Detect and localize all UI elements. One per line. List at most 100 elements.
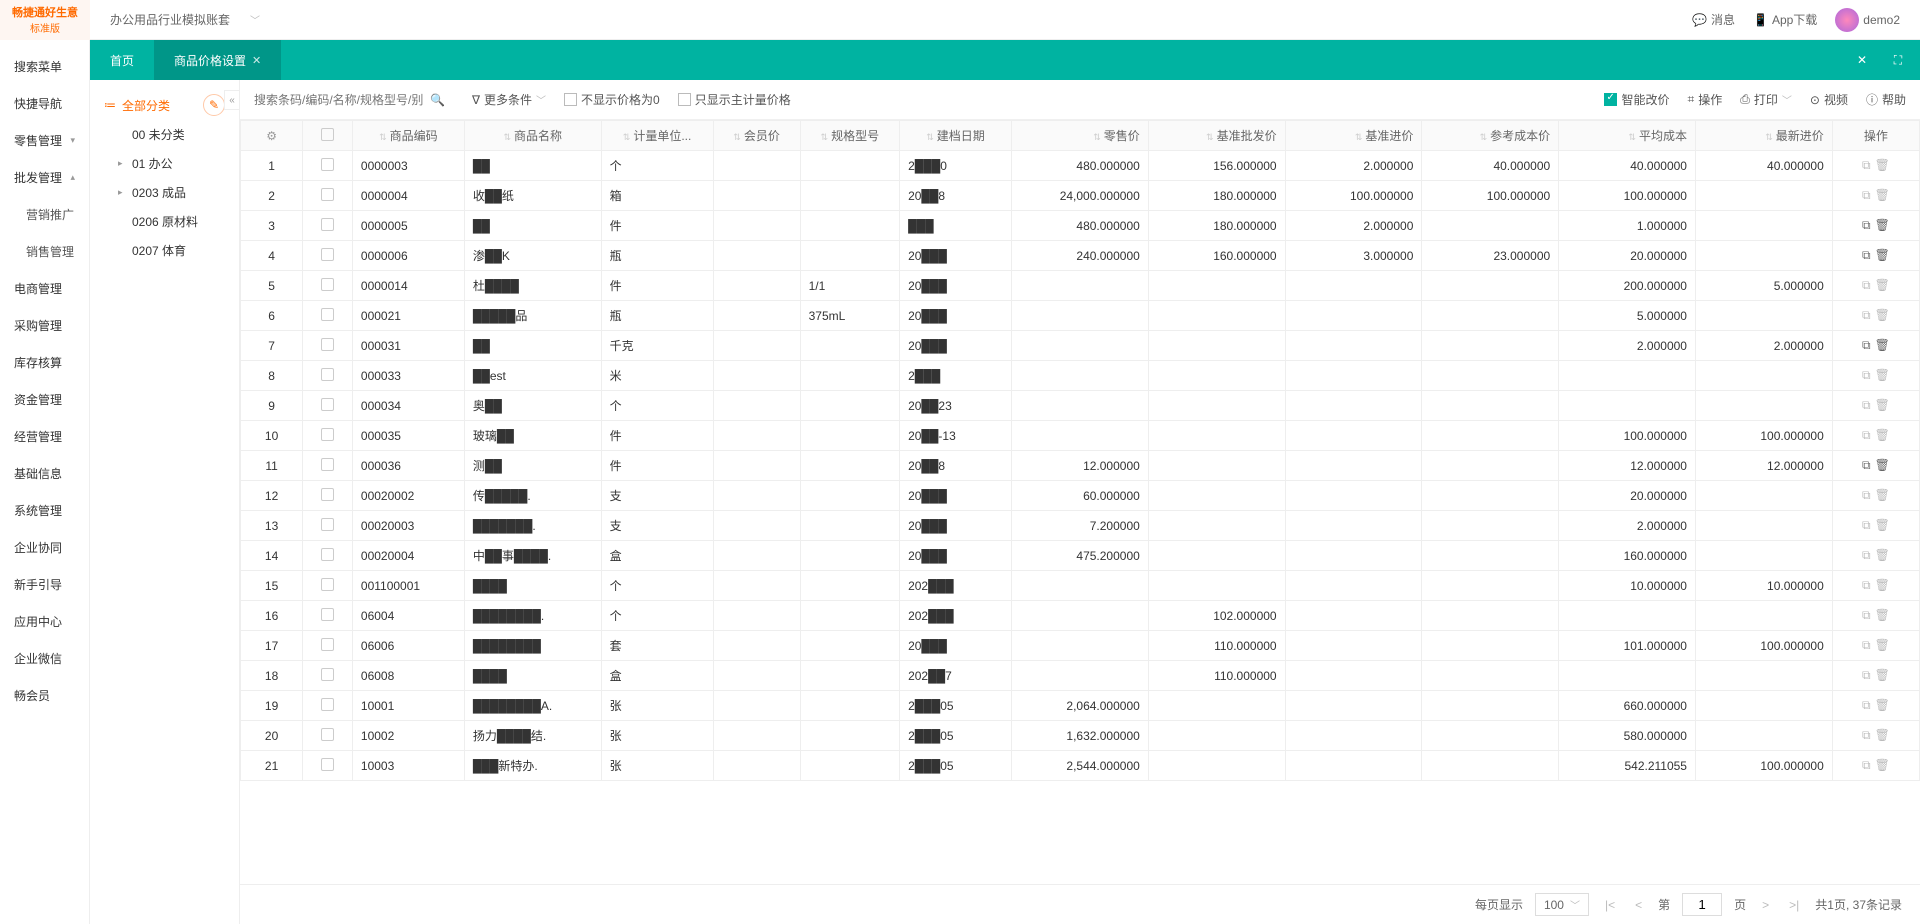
copy-icon[interactable]: ⧉ [1862, 758, 1871, 772]
copy-icon[interactable]: ⧉ [1862, 248, 1871, 262]
row-checkbox[interactable] [321, 668, 334, 681]
copy-icon[interactable]: ⧉ [1862, 578, 1871, 592]
table-row[interactable]: 40000006渗██K瓶20███240.000000160.0000003.… [241, 241, 1920, 271]
column-header[interactable]: ⇅参考成本价 [1422, 121, 1559, 151]
table-row[interactable]: 9000034奥██个20██23⧉🗑 [241, 391, 1920, 421]
column-header[interactable]: ⇅计量单位... [601, 121, 713, 151]
column-header[interactable]: ⇅会员价 [713, 121, 800, 151]
fullscreen-button[interactable]: ⛶ [1884, 46, 1912, 74]
delete-icon[interactable]: 🗑 [1875, 548, 1890, 562]
sidebar-item[interactable]: 企业微信 [0, 640, 89, 677]
column-header[interactable]: ⇅平均成本 [1559, 121, 1696, 151]
delete-icon[interactable]: 🗑 [1875, 278, 1890, 292]
video-button[interactable]: ⊙视频 [1810, 91, 1848, 108]
column-header[interactable]: ⇅零售价 [1012, 121, 1149, 151]
row-checkbox[interactable] [321, 458, 334, 471]
table-row[interactable]: 8000033██est米2███⧉🗑 [241, 361, 1920, 391]
row-checkbox[interactable] [321, 158, 334, 171]
delete-icon[interactable]: 🗑 [1875, 698, 1890, 712]
edit-icon[interactable]: ✎ [203, 94, 225, 116]
more-filters-button[interactable]: ∇更多条件﹀ [472, 91, 546, 108]
sidebar-item[interactable]: 畅会员 [0, 677, 89, 714]
sidebar-item[interactable]: 搜索菜单 [0, 48, 89, 85]
copy-icon[interactable]: ⧉ [1862, 398, 1871, 412]
tab-price-settings[interactable]: 商品价格设置✕ [154, 40, 281, 80]
delete-icon[interactable]: 🗑 [1875, 668, 1890, 682]
row-checkbox[interactable] [321, 758, 334, 771]
row-checkbox[interactable] [321, 728, 334, 741]
sidebar-item[interactable]: 应用中心 [0, 603, 89, 640]
help-button[interactable]: ⓘ帮助 [1866, 91, 1906, 108]
row-checkbox[interactable] [321, 578, 334, 591]
table-row[interactable]: 20000004收██纸箱20██824,000.000000180.00000… [241, 181, 1920, 211]
print-button[interactable]: ⎙打印﹀ [1740, 91, 1792, 108]
tree-item[interactable]: ▸0203 成品 [98, 178, 231, 207]
app-download-button[interactable]: 📱App下载 [1753, 11, 1817, 28]
delete-icon[interactable]: 🗑 [1875, 728, 1890, 742]
copy-icon[interactable]: ⧉ [1862, 608, 1871, 622]
sidebar-item[interactable]: 系统管理 [0, 492, 89, 529]
hide-zero-checkbox[interactable]: 不显示价格为0 [564, 91, 660, 108]
table-row[interactable]: 1806008████盒202██7110.000000⧉🗑 [241, 661, 1920, 691]
only-main-checkbox[interactable]: 只显示主计量价格 [678, 91, 791, 108]
copy-icon[interactable]: ⧉ [1862, 698, 1871, 712]
prev-page-button[interactable]: < [1631, 898, 1646, 912]
copy-icon[interactable]: ⧉ [1862, 668, 1871, 682]
messages-button[interactable]: 💬消息 [1692, 11, 1735, 28]
close-icon[interactable]: ✕ [252, 54, 261, 67]
delete-icon[interactable]: 🗑 [1875, 488, 1890, 502]
operations-button[interactable]: ⌗操作 [1687, 91, 1722, 108]
delete-icon[interactable]: 🗑 [1875, 518, 1890, 532]
tab-close-button[interactable]: ✕ [1848, 46, 1876, 74]
copy-icon[interactable]: ⧉ [1862, 728, 1871, 742]
table-row[interactable]: 1400020004中██事████.盒20███475.200000160.0… [241, 541, 1920, 571]
column-header[interactable] [303, 121, 353, 151]
tab-home[interactable]: 首页 [90, 40, 154, 80]
delete-icon[interactable]: 🗑 [1875, 458, 1890, 472]
table-row[interactable]: 10000035玻璃██件20██-13100.000000100.000000… [241, 421, 1920, 451]
column-header[interactable]: ⇅基准批发价 [1148, 121, 1285, 151]
column-header[interactable]: ⇅最新进价 [1695, 121, 1832, 151]
column-header[interactable]: ⇅建档日期 [900, 121, 1012, 151]
table-row[interactable]: 6000021█████品瓶375mL20███5.000000⧉🗑 [241, 301, 1920, 331]
sidebar-item[interactable]: 快捷导航 [0, 85, 89, 122]
first-page-button[interactable]: |< [1601, 898, 1619, 912]
sidebar-item[interactable]: 资金管理 [0, 381, 89, 418]
table-row[interactable]: 2010002扬力████结.张2███051,632.000000580.00… [241, 721, 1920, 751]
row-checkbox[interactable] [321, 428, 334, 441]
row-checkbox[interactable] [321, 698, 334, 711]
sidebar-item[interactable]: 采购管理 [0, 307, 89, 344]
copy-icon[interactable]: ⧉ [1862, 188, 1871, 202]
copy-icon[interactable]: ⧉ [1862, 308, 1871, 322]
column-header[interactable]: 操作 [1832, 121, 1919, 151]
table-row[interactable]: 2110003███新特办.张2███052,544.000000542.211… [241, 751, 1920, 781]
sidebar-item[interactable]: 库存核算 [0, 344, 89, 381]
tree-item[interactable]: 0206 原材料 [98, 207, 231, 236]
row-checkbox[interactable] [321, 548, 334, 561]
row-checkbox[interactable] [321, 488, 334, 501]
table-row[interactable]: 7000031██千克20███2.0000002.000000⧉🗑 [241, 331, 1920, 361]
column-header[interactable]: ⇅商品编码 [352, 121, 464, 151]
copy-icon[interactable]: ⧉ [1862, 518, 1871, 532]
row-checkbox[interactable] [321, 278, 334, 291]
table-row[interactable]: 1300020003███████.支20███7.2000002.000000… [241, 511, 1920, 541]
row-checkbox[interactable] [321, 368, 334, 381]
tree-item[interactable]: 0207 体育 [98, 236, 231, 265]
sidebar-item[interactable]: 新手引导 [0, 566, 89, 603]
copy-icon[interactable]: ⧉ [1862, 218, 1871, 232]
search-input[interactable] [254, 93, 424, 107]
sidebar-item[interactable]: 批发管理▴ [0, 159, 89, 196]
sidebar-item[interactable]: 零售管理▾ [0, 122, 89, 159]
sidebar-item[interactable]: 经营管理 [0, 418, 89, 455]
table-row[interactable]: 10000003██个2███0480.000000156.0000002.00… [241, 151, 1920, 181]
delete-icon[interactable]: 🗑 [1875, 608, 1890, 622]
smart-price-button[interactable]: 智能改价 [1604, 91, 1669, 108]
delete-icon[interactable]: 🗑 [1875, 338, 1890, 352]
search-icon[interactable]: 🔍 [430, 93, 445, 107]
page-size-select[interactable]: 100﹀ [1535, 893, 1589, 916]
delete-icon[interactable]: 🗑 [1875, 638, 1890, 652]
search-box[interactable]: 🔍 [254, 93, 454, 107]
user-menu[interactable]: demo2 [1835, 8, 1900, 32]
copy-icon[interactable]: ⧉ [1862, 548, 1871, 562]
table-row[interactable]: 15001100001████个202███10.00000010.000000… [241, 571, 1920, 601]
